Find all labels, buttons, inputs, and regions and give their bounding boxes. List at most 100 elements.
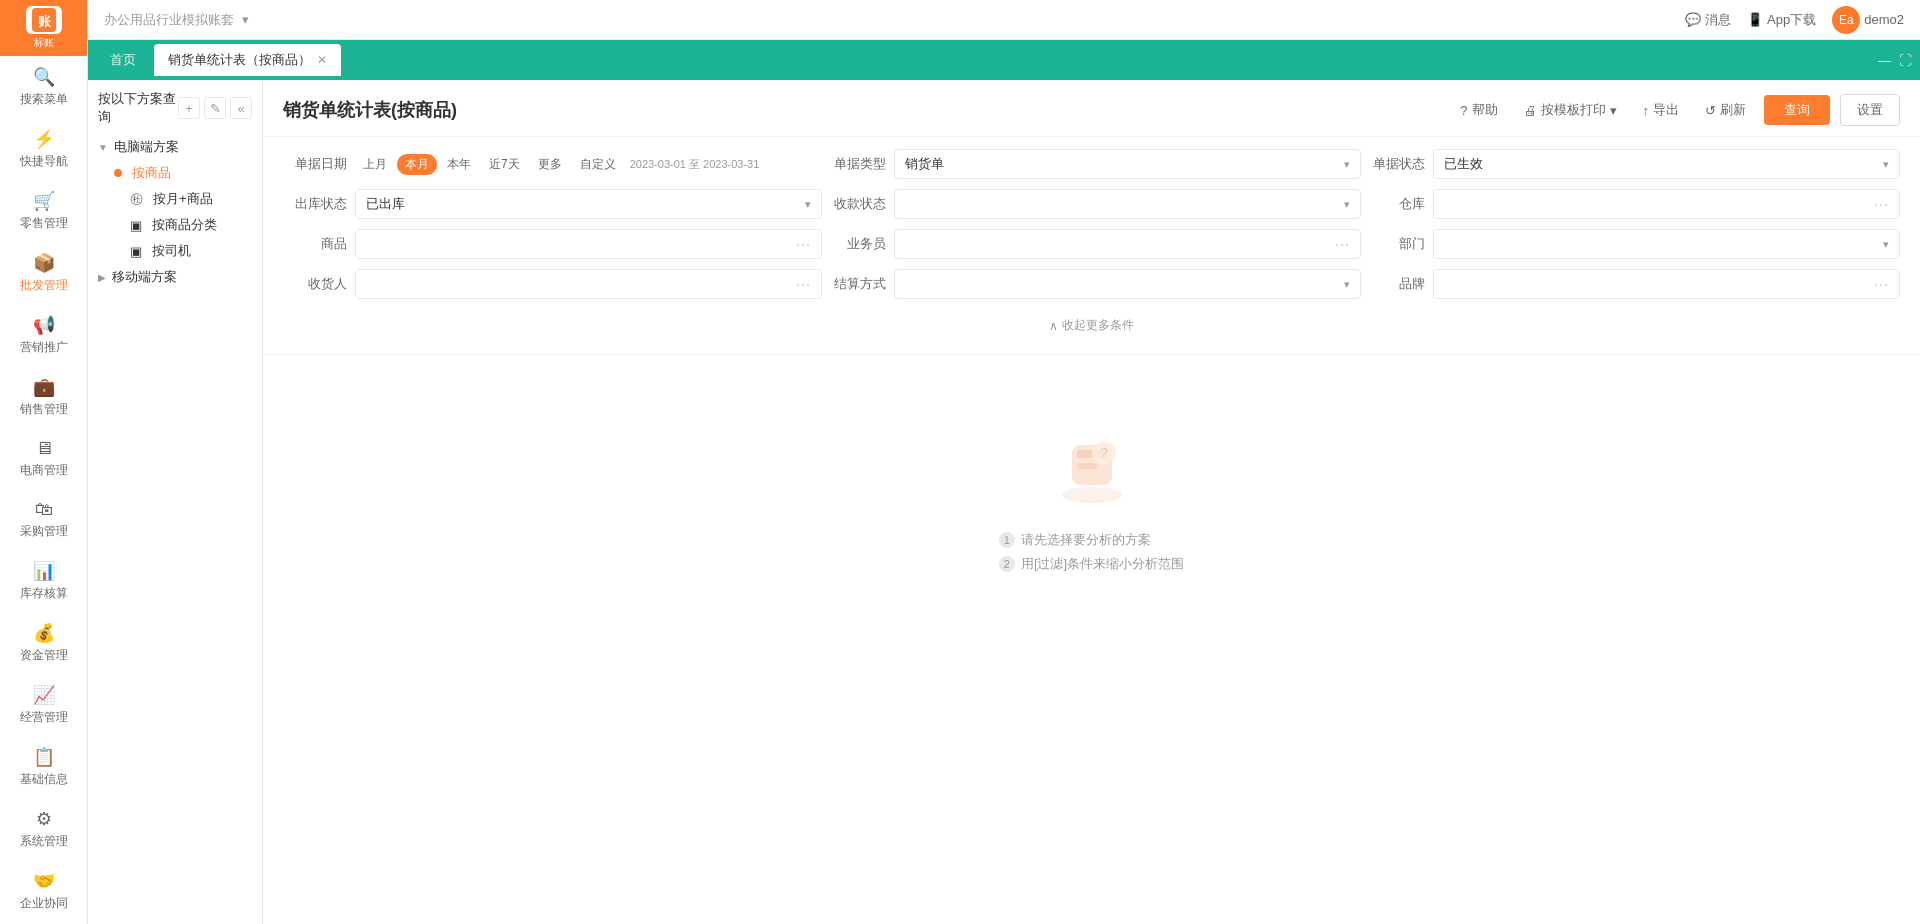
out-status-select[interactable]: 已出库 ▾ xyxy=(355,189,822,219)
right-panel: 销货单统计表(按商品) ? 帮助 🖨 按模板打印 ▾ ↑ 导出 xyxy=(263,80,1920,924)
department-arrow: ▾ xyxy=(1883,238,1889,251)
user-menu[interactable]: Ea demo2 xyxy=(1832,6,1904,34)
sidebar-item-label: 批发管理 xyxy=(20,277,68,294)
sidebar-item-quick-nav[interactable]: ⚡ 快捷导航 xyxy=(0,118,87,180)
this-month-btn[interactable]: 本月 xyxy=(397,154,437,175)
payment-cell: 结算方式 ▾ xyxy=(822,269,1361,299)
receiver-input[interactable]: ··· xyxy=(355,269,822,299)
salesperson-dots: ··· xyxy=(1335,236,1350,252)
tree-item-by-month-product[interactable]: ㊓ 按月+商品 xyxy=(88,186,262,212)
settings-btn[interactable]: 设置 xyxy=(1840,94,1900,126)
refresh-label: 刷新 xyxy=(1720,101,1746,119)
sub-icon-1: ㊓ xyxy=(130,190,143,208)
doc-status-value: 已生效 xyxy=(1444,155,1483,173)
receipt-status-label: 收款状态 xyxy=(822,195,894,213)
sidebar-item-label: 搜索菜单 xyxy=(20,91,68,108)
sidebar-item-base-info[interactable]: 📋 基础信息 xyxy=(0,736,87,798)
tab-close-btn[interactable]: ✕ xyxy=(317,53,327,67)
doc-type-arrow: ▾ xyxy=(1344,158,1350,171)
last-7-days-btn[interactable]: 近7天 xyxy=(481,154,528,175)
tab-home[interactable]: 首页 xyxy=(96,44,150,76)
finance-icon: 💰 xyxy=(33,622,55,644)
sidebar-item-label: 基础信息 xyxy=(20,771,68,788)
wholesale-icon: 📦 xyxy=(33,252,55,274)
tab-sales-stat[interactable]: 销货单统计表（按商品） ✕ xyxy=(154,44,341,76)
doc-type-select[interactable]: 销货单 ▾ xyxy=(894,149,1361,179)
doc-type-label: 单据类型 xyxy=(822,155,894,173)
svg-text:账: 账 xyxy=(37,14,51,29)
topbar: 办公用品行业模拟账套 ▾ 💬 消息 📱 App下载 Ea demo2 xyxy=(88,0,1920,40)
message-icon: 💬 xyxy=(1685,12,1701,27)
empty-tip-1: 1 请先选择要分析的方案 xyxy=(999,531,1184,549)
this-year-btn[interactable]: 本年 xyxy=(439,154,479,175)
sidebar-item-system[interactable]: ⚙ 系统管理 xyxy=(0,798,87,860)
sidebar-item-ecommerce[interactable]: 🖥 电商管理 xyxy=(0,428,87,489)
payment-select[interactable]: ▾ xyxy=(894,269,1361,299)
tab-expand-icon[interactable]: ⛶ xyxy=(1899,53,1912,68)
doc-status-select[interactable]: 已生效 ▾ xyxy=(1433,149,1900,179)
breadcrumb: 办公用品行业模拟账套 xyxy=(104,11,234,29)
last-month-btn[interactable]: 上月 xyxy=(355,154,395,175)
sidebar-item-purchase[interactable]: 🛍 采购管理 xyxy=(0,489,87,550)
svg-text:?: ? xyxy=(1100,445,1108,461)
sidebar-item-sales[interactable]: 💼 销售管理 xyxy=(0,366,87,428)
doc-type-filter-cell: 单据类型 销货单 ▾ xyxy=(822,149,1361,179)
sidebar-item-label: 电商管理 xyxy=(20,462,68,479)
query-btn[interactable]: 查询 xyxy=(1764,95,1830,125)
sidebar-item-marketing[interactable]: 📢 营销推广 xyxy=(0,304,87,366)
sidebar-item-cooperation[interactable]: 🤝 企业协同 xyxy=(0,860,87,922)
warehouse-dots: ··· xyxy=(1874,196,1889,212)
sidebar-item-wholesale[interactable]: 📦 批发管理 xyxy=(0,242,87,304)
template-print-btn[interactable]: 🖨 按模板打印 ▾ xyxy=(1516,97,1625,123)
refresh-btn[interactable]: ↺ 刷新 xyxy=(1697,97,1754,123)
add-scheme-btn[interactable]: + xyxy=(178,97,200,119)
empty-icon: ? xyxy=(1042,415,1142,515)
receipt-status-select[interactable]: ▾ xyxy=(894,189,1361,219)
sidebar-item-retail[interactable]: 🛒 零售管理 xyxy=(0,180,87,242)
message-btn[interactable]: 💬 消息 xyxy=(1685,11,1731,29)
warehouse-input[interactable]: ··· xyxy=(1433,189,1900,219)
sidebar-item-search[interactable]: 🔍 搜索菜单 xyxy=(0,56,87,118)
tree-item-pc[interactable]: ▼ 电脑端方案 xyxy=(88,134,262,160)
warehouse-label: 仓库 xyxy=(1361,195,1433,213)
tree-arrow-pc: ▼ xyxy=(98,142,108,153)
sidebar-item-finance[interactable]: 💰 资金管理 xyxy=(0,612,87,674)
salesperson-cell: 业务员 ··· xyxy=(822,229,1361,259)
sidebar-item-label: 快捷导航 xyxy=(20,153,68,170)
marketing-icon: 📢 xyxy=(33,314,55,336)
collapse-panel-btn[interactable]: « xyxy=(230,97,252,119)
receipt-status-arrow: ▾ xyxy=(1344,198,1350,211)
department-label: 部门 xyxy=(1361,235,1433,253)
doc-type-value: 销货单 xyxy=(905,155,944,173)
sidebar-item-operation[interactable]: 📈 经营管理 xyxy=(0,674,87,736)
collapse-btn[interactable]: ∧ 收起更多条件 xyxy=(283,309,1900,342)
product-input[interactable]: ··· xyxy=(355,229,822,259)
more-dates-btn[interactable]: 更多 xyxy=(530,154,570,175)
app-download-btn[interactable]: 📱 App下载 xyxy=(1747,11,1816,29)
salesperson-input[interactable]: ··· xyxy=(894,229,1361,259)
product-dots: ··· xyxy=(796,236,811,252)
topbar-right: 💬 消息 📱 App下载 Ea demo2 xyxy=(1685,6,1904,34)
help-btn[interactable]: ? 帮助 xyxy=(1452,97,1505,123)
edit-scheme-btn[interactable]: ✎ xyxy=(204,97,226,119)
tree-item-by-category[interactable]: ▣ 按商品分类 xyxy=(88,212,262,238)
export-btn[interactable]: ↑ 导出 xyxy=(1635,97,1688,123)
tree-item-by-printer[interactable]: ▣ 按司机 xyxy=(88,238,262,264)
user-label: demo2 xyxy=(1864,12,1904,27)
tree-item-by-product[interactable]: 按商品 xyxy=(88,160,262,186)
sidebar-item-label: 库存核算 xyxy=(20,585,68,602)
filter-row-1: 单据日期 上月 本月 本年 近7天 更多 自定义 2023-03-01 至 20… xyxy=(283,149,1900,179)
custom-date-btn[interactable]: 自定义 xyxy=(572,154,624,175)
tab-minimize-icon[interactable]: — xyxy=(1878,53,1891,68)
tree-item-mobile[interactable]: ▶ 移动端方案 xyxy=(88,264,262,290)
refresh-icon: ↺ xyxy=(1705,103,1716,118)
department-select[interactable]: ▾ xyxy=(1433,229,1900,259)
receiver-cell: 收货人 ··· xyxy=(283,269,822,299)
collapse-label: 收起更多条件 xyxy=(1062,317,1134,334)
sidebar-item-inventory[interactable]: 📊 库存核算 xyxy=(0,550,87,612)
product-label: 商品 xyxy=(283,235,355,253)
page-header: 销货单统计表(按商品) ? 帮助 🖨 按模板打印 ▾ ↑ 导出 xyxy=(263,80,1920,137)
brand-input[interactable]: ··· xyxy=(1433,269,1900,299)
payment-arrow: ▾ xyxy=(1344,278,1350,291)
tree-item-pc-label: 电脑端方案 xyxy=(114,138,179,156)
